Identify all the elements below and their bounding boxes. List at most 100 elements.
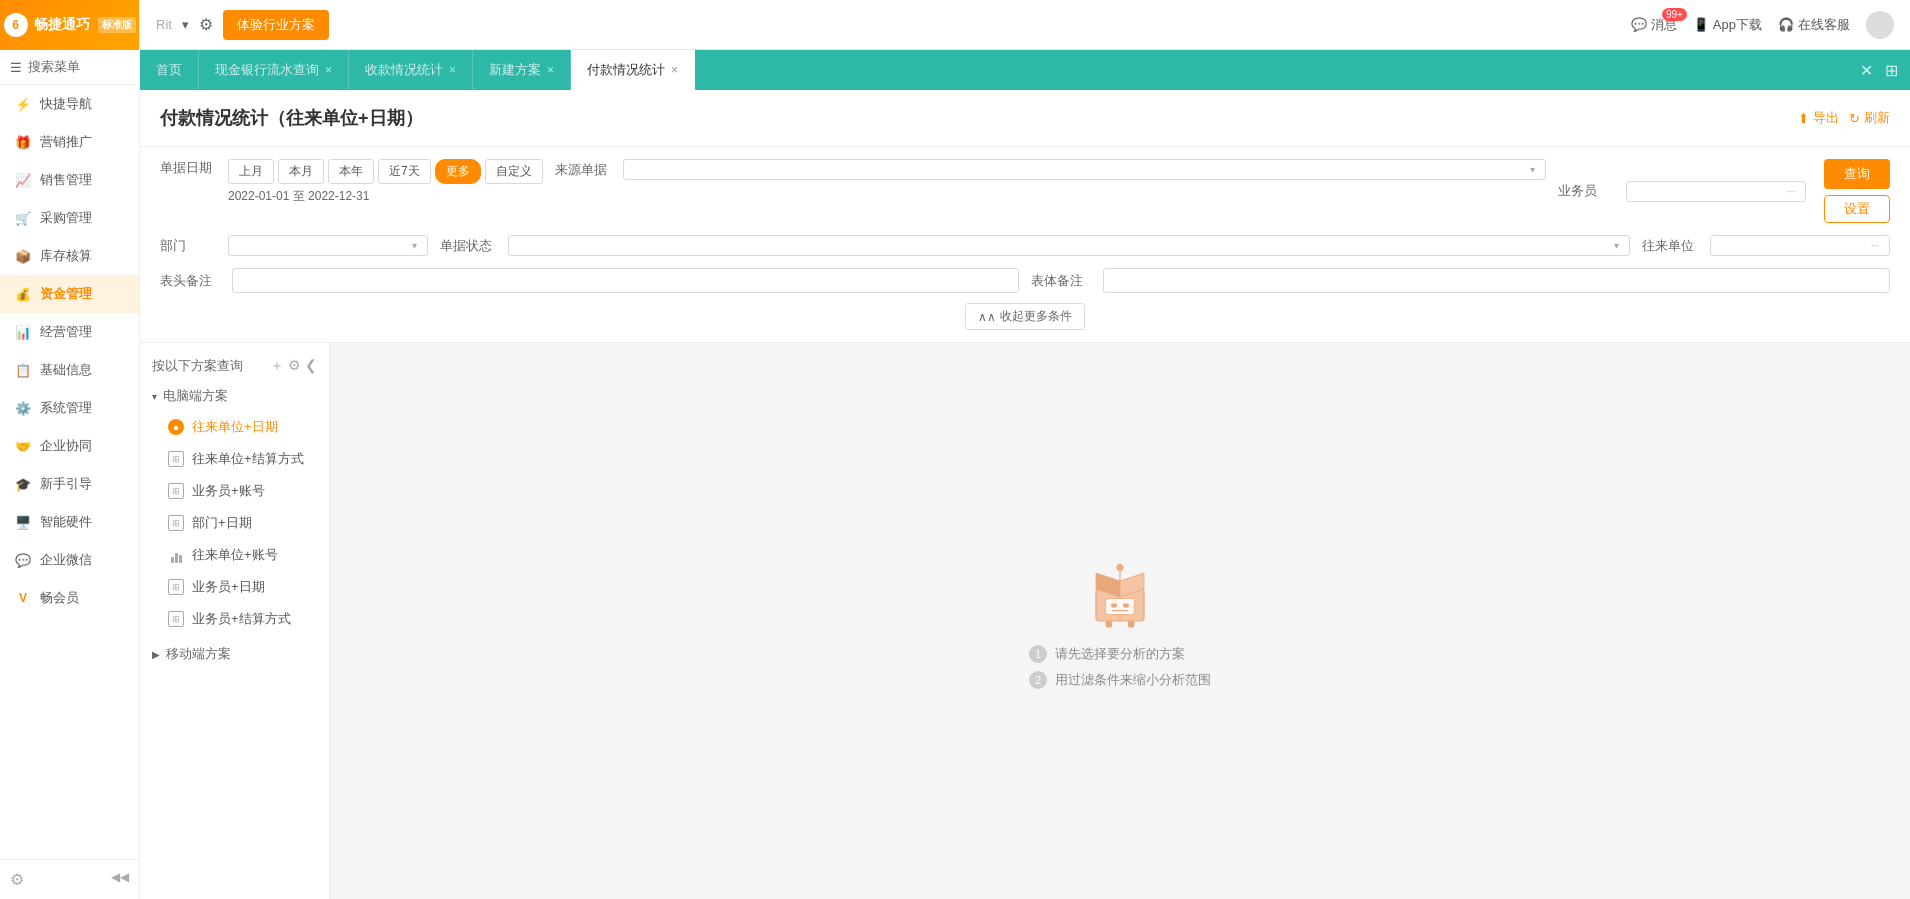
- sidebar-item-finance[interactable]: 💰 资金管理: [0, 275, 139, 313]
- scheme-item-dept-date[interactable]: ⊞ 部门+日期: [140, 507, 329, 539]
- tab-close-all-icon[interactable]: ✕: [1856, 57, 1877, 84]
- sidebar-item-sales[interactable]: 📈 销售管理: [0, 161, 139, 199]
- tab-payment-stats-label: 付款情况统计: [587, 61, 665, 79]
- sidebar-item-marketing[interactable]: 🎁 营销推广: [0, 123, 139, 161]
- notification-button[interactable]: 💬 消息 99+: [1631, 16, 1677, 34]
- tabbar: 首页 现金银行流水查询 × 收款情况统计 × 新建方案 × 付款情况统计 × ✕…: [140, 50, 1910, 90]
- query-button[interactable]: 查询: [1824, 159, 1890, 189]
- export-label: 导出: [1813, 109, 1839, 127]
- tab-bank-flow-close[interactable]: ×: [325, 63, 332, 77]
- search-menu-item[interactable]: ☰ 搜索菜单: [0, 50, 139, 85]
- more-btn[interactable]: 更多: [435, 159, 481, 184]
- collapse-scheme-icon[interactable]: ❮: [305, 357, 317, 375]
- sidebar-item-operations[interactable]: 📊 经营管理: [0, 313, 139, 351]
- sidebar-item-corp[interactable]: 🤝 企业协同: [0, 427, 139, 465]
- tab-payment-stats-close[interactable]: ×: [671, 63, 678, 77]
- settings-scheme-icon[interactable]: ⚙: [288, 357, 301, 375]
- page-header: 付款情况统计（往来单位+日期） ⬆ 导出 ↻ 刷新: [140, 90, 1910, 147]
- scheme-item-partner-date[interactable]: ● 往来单位+日期: [140, 411, 329, 443]
- app-name: 畅捷通巧: [34, 16, 90, 34]
- desktop-group-title[interactable]: ▾ 电脑端方案: [140, 381, 329, 411]
- custom-btn[interactable]: 自定义: [485, 159, 543, 184]
- sidebar-item-basic[interactable]: 📋 基础信息: [0, 351, 139, 389]
- marketing-icon: 🎁: [14, 133, 32, 151]
- table-header-note-input[interactable]: [232, 268, 1019, 293]
- topbar-dropdown-icon[interactable]: ▾: [182, 17, 189, 32]
- sidebar-item-inventory[interactable]: 📦 库存核算: [0, 237, 139, 275]
- tab-payment-stats[interactable]: 付款情况统计 ×: [571, 50, 695, 90]
- collapse-sidebar-icon[interactable]: ◀◀: [111, 870, 129, 889]
- sidebar-item-system[interactable]: ⚙️ 系统管理: [0, 389, 139, 427]
- sidebar-item-label: 营销推广: [40, 133, 92, 151]
- guide-icon: 🎓: [14, 475, 32, 493]
- tab-receipt-stats-close[interactable]: ×: [449, 63, 456, 77]
- this-month-btn[interactable]: 本月: [278, 159, 324, 184]
- scheme-panel-header: 按以下方案查询 ＋ ⚙ ❮: [140, 351, 329, 381]
- dept-label: 部门: [160, 237, 220, 255]
- member-icon: V: [14, 589, 32, 607]
- user-avatar[interactable]: [1866, 11, 1894, 39]
- settings-footer-icon[interactable]: ⚙: [10, 870, 24, 889]
- date-filter-label: 单据日期: [160, 159, 220, 177]
- table-body-note-input[interactable]: [1103, 268, 1890, 293]
- page-actions: ⬆ 导出 ↻ 刷新: [1798, 109, 1890, 127]
- date-range-display: 2022-01-01 至 2022-12-31: [228, 188, 543, 205]
- sidebar-item-label: 企业微信: [40, 551, 92, 569]
- tab-new-scheme[interactable]: 新建方案 ×: [473, 50, 571, 90]
- refresh-button[interactable]: ↻ 刷新: [1849, 109, 1890, 127]
- desktop-group-label: 电脑端方案: [163, 387, 228, 405]
- this-year-btn[interactable]: 本年: [328, 159, 374, 184]
- tab-new-scheme-close[interactable]: ×: [547, 63, 554, 77]
- settings-button[interactable]: 设置: [1824, 195, 1890, 223]
- app-download-icon: 📱: [1693, 17, 1709, 32]
- partner-label: 往来单位: [1642, 237, 1702, 255]
- collapse-conditions-button[interactable]: ∧∧ 收起更多条件: [965, 303, 1085, 330]
- tab-bank-flow[interactable]: 现金银行流水查询 ×: [199, 50, 349, 90]
- sidebar-item-member[interactable]: V 畅会员: [0, 579, 139, 617]
- desktop-group-arrow: ▾: [152, 391, 157, 402]
- online-service-button[interactable]: 🎧 在线客服: [1778, 16, 1850, 34]
- svg-rect-5: [1111, 603, 1117, 607]
- topbar-gear-icon[interactable]: ⚙: [199, 15, 213, 34]
- collapse-conditions-label: 收起更多条件: [1000, 308, 1072, 325]
- sidebar-item-label: 采购管理: [40, 209, 92, 227]
- table-header-note-label: 表头备注: [160, 272, 220, 290]
- last-month-btn[interactable]: 上月: [228, 159, 274, 184]
- export-icon: ⬆: [1798, 111, 1809, 126]
- scheme-item-salesman-account[interactable]: ⊞ 业务员+账号: [140, 475, 329, 507]
- last-7-days-btn[interactable]: 近7天: [378, 159, 431, 184]
- sidebar-item-purchase[interactable]: 🛒 采购管理: [0, 199, 139, 237]
- scheme-item-label: 部门+日期: [192, 514, 252, 532]
- export-button[interactable]: ⬆ 导出: [1798, 109, 1839, 127]
- salesman-select[interactable]: ···: [1626, 181, 1806, 202]
- sidebar-item-weixin[interactable]: 💬 企业微信: [0, 541, 139, 579]
- hint-num-2: 2: [1029, 671, 1047, 689]
- app-download-button[interactable]: 📱 App下载: [1693, 16, 1762, 34]
- scheme-item-label: 业务员+日期: [192, 578, 265, 596]
- scheme-panel-title: 按以下方案查询: [152, 357, 243, 375]
- service-icon: 🎧: [1778, 17, 1794, 32]
- doc-status-select[interactable]: ▾: [508, 235, 1630, 256]
- scheme-item-partner-account[interactable]: 往来单位+账号: [140, 539, 329, 571]
- partner-select[interactable]: ···: [1710, 235, 1890, 256]
- mobile-group-title[interactable]: ▶ 移动端方案: [140, 639, 329, 669]
- scheme-item-partner-payment[interactable]: ⊞ 往来单位+结算方式: [140, 443, 329, 475]
- scheme-item-salesman-date[interactable]: ⊞ 业务员+日期: [140, 571, 329, 603]
- sidebar-item-quick-nav[interactable]: ⚡ 快捷导航: [0, 85, 139, 123]
- trial-button[interactable]: 体验行业方案: [223, 10, 329, 40]
- source-doc-select[interactable]: ▾: [623, 159, 1546, 180]
- tab-receipt-stats[interactable]: 收款情况统计 ×: [349, 50, 473, 90]
- scheme-table-icon: ⊞: [168, 451, 184, 467]
- tab-receipt-stats-label: 收款情况统计: [365, 61, 443, 79]
- table-body-note-label: 表体备注: [1031, 272, 1091, 290]
- dept-select[interactable]: ▾: [228, 235, 428, 256]
- scheme-item-salesman-payment[interactable]: ⊞ 业务员+结算方式: [140, 603, 329, 635]
- sidebar-item-guide[interactable]: 🎓 新手引导: [0, 465, 139, 503]
- tab-expand-icon[interactable]: ⊞: [1881, 57, 1902, 84]
- tab-home[interactable]: 首页: [140, 50, 199, 90]
- svg-rect-11: [1128, 621, 1134, 627]
- dept-arrow: ▾: [412, 240, 417, 251]
- add-scheme-icon[interactable]: ＋: [270, 357, 284, 375]
- sidebar-item-hardware[interactable]: 🖥️ 智能硬件: [0, 503, 139, 541]
- scheme-item-label: 往来单位+结算方式: [192, 450, 304, 468]
